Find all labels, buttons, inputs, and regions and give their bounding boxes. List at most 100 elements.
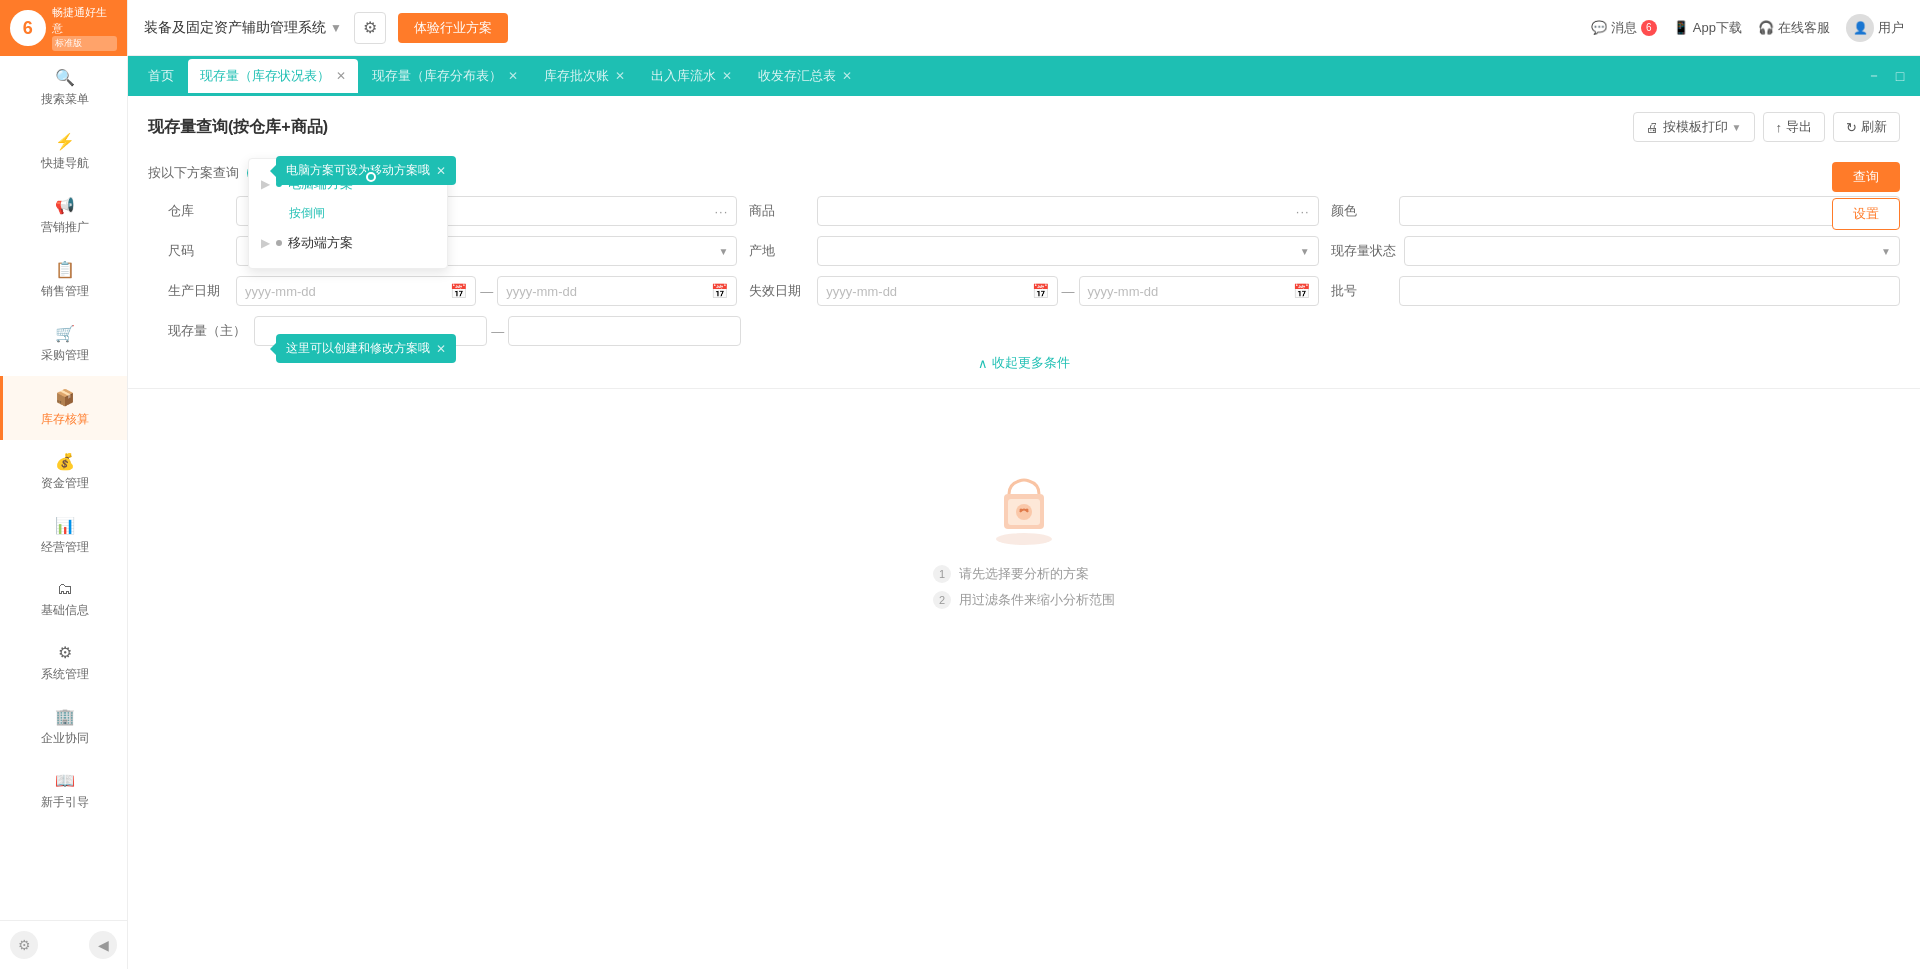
sidebar-collapse-button[interactable]: ◀: [89, 931, 117, 959]
filter-area: 按以下方案查询 + ✎ « ▶ 电脑端方案 按倒闸: [128, 150, 1920, 389]
tab-close-inventory-status[interactable]: ✕: [336, 70, 346, 82]
refresh-icon: ↻: [1846, 120, 1857, 135]
sidebar-item-enterprise[interactable]: 🏢 企业协同: [0, 695, 127, 759]
chevron-down-icon-status: ▼: [1881, 246, 1891, 257]
refresh-button[interactable]: ↻ 刷新: [1833, 112, 1900, 142]
sidebar-item-guide[interactable]: 📖 新手引导: [0, 759, 127, 823]
basic-icon: 🗂: [57, 580, 73, 598]
sidebar-item-sales[interactable]: 📋 销售管理: [0, 248, 127, 312]
search-icon: 🔍: [55, 68, 75, 87]
dots-icon: ···: [714, 204, 728, 219]
topbar: 装备及固定资产辅助管理系统 ▼ ⚙ 体验行业方案 💬 消息 6 📱 App下载 …: [128, 0, 1920, 56]
main-area: 装备及固定资产辅助管理系统 ▼ ⚙ 体验行业方案 💬 消息 6 📱 App下载 …: [128, 0, 1920, 969]
sidebar-item-marketing[interactable]: 📢 营销推广: [0, 184, 127, 248]
sales-icon: 📋: [55, 260, 75, 279]
produce-date-range: yyyy-mm-dd 📅 — yyyy-mm-dd 📅: [236, 276, 737, 306]
empty-tip-2: 2 用过滤条件来缩小分析范围: [933, 591, 1115, 609]
enterprise-icon: 🏢: [55, 707, 75, 726]
topbar-settings-button[interactable]: ⚙: [354, 12, 386, 44]
tab-inventory-status[interactable]: 现存量（库存状况表） ✕: [188, 59, 358, 93]
topbar-app[interactable]: 📱 App下载: [1673, 19, 1742, 37]
empty-state: 1 请先选择要分析的方案 2 用过滤条件来缩小分析范围: [128, 389, 1920, 689]
origin-select[interactable]: ▼: [817, 236, 1318, 266]
collapse-button[interactable]: ∧ 收起更多条件: [978, 354, 1070, 372]
tab-close-in-out-flow[interactable]: ✕: [722, 70, 732, 82]
headset-icon: 🎧: [1758, 20, 1774, 35]
connector-dot: [366, 172, 376, 182]
message-badge: 6: [1641, 20, 1657, 36]
sidebar-item-quick[interactable]: ⚡ 快捷导航: [0, 120, 127, 184]
quick-icon: ⚡: [55, 132, 75, 151]
guide-icon: 📖: [55, 771, 75, 790]
system-icon: ⚙: [58, 643, 72, 662]
logo-text: 畅捷通好生意 标准版: [52, 5, 117, 50]
print-button[interactable]: 🖨 按模板打印 ▼: [1633, 112, 1755, 142]
content-area: 现存量查询(按仓库+商品) 🖨 按模板打印 ▼ ↑ 导出 ↻ 刷新: [128, 96, 1920, 969]
finance-icon: 💰: [55, 452, 75, 471]
topbar-system: 装备及固定资产辅助管理系统 ▼: [144, 19, 342, 37]
sidebar: 6 畅捷通好生意 标准版 🔍 搜索菜单 ⚡ 快捷导航 📢 营销推广 📋 销售管理…: [0, 0, 128, 969]
scheme-tooltip-1: 电脑方案可设为移动方案哦 ✕: [276, 156, 456, 185]
sidebar-item-operations[interactable]: 📊 经营管理: [0, 504, 127, 568]
scheme-tooltip-2-close[interactable]: ✕: [436, 342, 446, 356]
color-select[interactable]: ▼: [1399, 196, 1900, 226]
produce-date-start[interactable]: yyyy-mm-dd 📅: [236, 276, 476, 306]
filter-field-batch: 批号: [1331, 276, 1900, 306]
reset-button[interactable]: 设置: [1832, 198, 1900, 230]
tabs-bar: 首页 现存量（库存状况表） ✕ 现存量（库存分布表） ✕ 库存批次账 ✕ 出入库…: [128, 56, 1920, 96]
tabs-minimize-button[interactable]: －: [1862, 64, 1886, 88]
stock-status-select[interactable]: ▼: [1404, 236, 1900, 266]
export-icon: ↑: [1776, 120, 1783, 135]
svg-point-5: [1026, 509, 1029, 512]
calendar-icon-3: 📅: [1032, 283, 1049, 299]
produce-date-end[interactable]: yyyy-mm-dd 📅: [497, 276, 737, 306]
sidebar-item-system[interactable]: ⚙ 系统管理: [0, 631, 127, 695]
sidebar-settings-button[interactable]: ⚙: [10, 931, 38, 959]
trial-button[interactable]: 体验行业方案: [398, 13, 508, 43]
chevron-right-icon-mobile: ▶: [261, 236, 270, 250]
tab-close-batch-account[interactable]: ✕: [615, 70, 625, 82]
tab-close-collect-send[interactable]: ✕: [842, 70, 852, 82]
filter-field-product: 商品 ···: [749, 196, 1318, 226]
expire-date-end[interactable]: yyyy-mm-dd 📅: [1079, 276, 1319, 306]
filter-label: 按以下方案查询: [148, 164, 239, 182]
scheme-tooltip-2: 这里可以创建和修改方案哦 ✕: [276, 334, 456, 363]
svg-point-0: [996, 533, 1052, 545]
topbar-user[interactable]: 👤 用户: [1846, 14, 1904, 42]
search-button[interactable]: 查询: [1832, 162, 1900, 192]
scheme-tooltip-1-close[interactable]: ✕: [436, 164, 446, 178]
expire-date-start[interactable]: yyyy-mm-dd 📅: [817, 276, 1057, 306]
sidebar-item-purchase[interactable]: 🛒 采购管理: [0, 312, 127, 376]
sidebar-item-finance[interactable]: 💰 资金管理: [0, 440, 127, 504]
sidebar-item-basic[interactable]: 🗂 基础信息: [0, 568, 127, 631]
scheme-item-pc-sub[interactable]: 按倒闸: [277, 201, 447, 226]
scheme-item-mobile[interactable]: ▶ 移动端方案: [249, 226, 447, 260]
tab-home[interactable]: 首页: [136, 61, 186, 91]
page-actions: 🖨 按模板打印 ▼ ↑ 导出 ↻ 刷新: [1633, 112, 1900, 142]
export-button[interactable]: ↑ 导出: [1763, 112, 1826, 142]
sidebar-item-inventory[interactable]: 📦 库存核算: [0, 376, 127, 440]
topbar-support[interactable]: 🎧 在线客服: [1758, 19, 1830, 37]
sidebar-item-search[interactable]: 🔍 搜索菜单: [0, 56, 127, 120]
sidebar-nav: 🔍 搜索菜单 ⚡ 快捷导航 📢 营销推广 📋 销售管理 🛒 采购管理 📦 库存核…: [0, 56, 127, 920]
tab-close-inventory-distribution[interactable]: ✕: [508, 70, 518, 82]
tab-collect-send[interactable]: 收发存汇总表 ✕: [746, 59, 864, 93]
topbar-message[interactable]: 💬 消息 6: [1591, 19, 1657, 37]
system-dropdown[interactable]: 装备及固定资产辅助管理系统 ▼: [144, 19, 342, 37]
tab-batch-account[interactable]: 库存批次账 ✕: [532, 59, 637, 93]
inventory-icon: 📦: [55, 388, 75, 407]
chevron-down-icon: ▼: [1732, 122, 1742, 133]
batch-input[interactable]: [1399, 276, 1900, 306]
print-icon: 🖨: [1646, 120, 1659, 135]
filter-field-expire-date: 失效日期 yyyy-mm-dd 📅 — yyyy-mm-dd 📅: [749, 276, 1318, 306]
marketing-icon: 📢: [55, 196, 75, 215]
product-select[interactable]: ···: [817, 196, 1318, 226]
svg-point-4: [1020, 509, 1023, 512]
phone-icon: 📱: [1673, 20, 1689, 35]
tab-inventory-distribution[interactable]: 现存量（库存分布表） ✕: [360, 59, 530, 93]
tabs-maximize-button[interactable]: □: [1888, 64, 1912, 88]
scheme-dot-mobile: [276, 240, 282, 246]
chevron-right-icon: ▶: [261, 177, 270, 191]
stock-qty-max[interactable]: [508, 316, 741, 346]
tab-in-out-flow[interactable]: 出入库流水 ✕: [639, 59, 744, 93]
